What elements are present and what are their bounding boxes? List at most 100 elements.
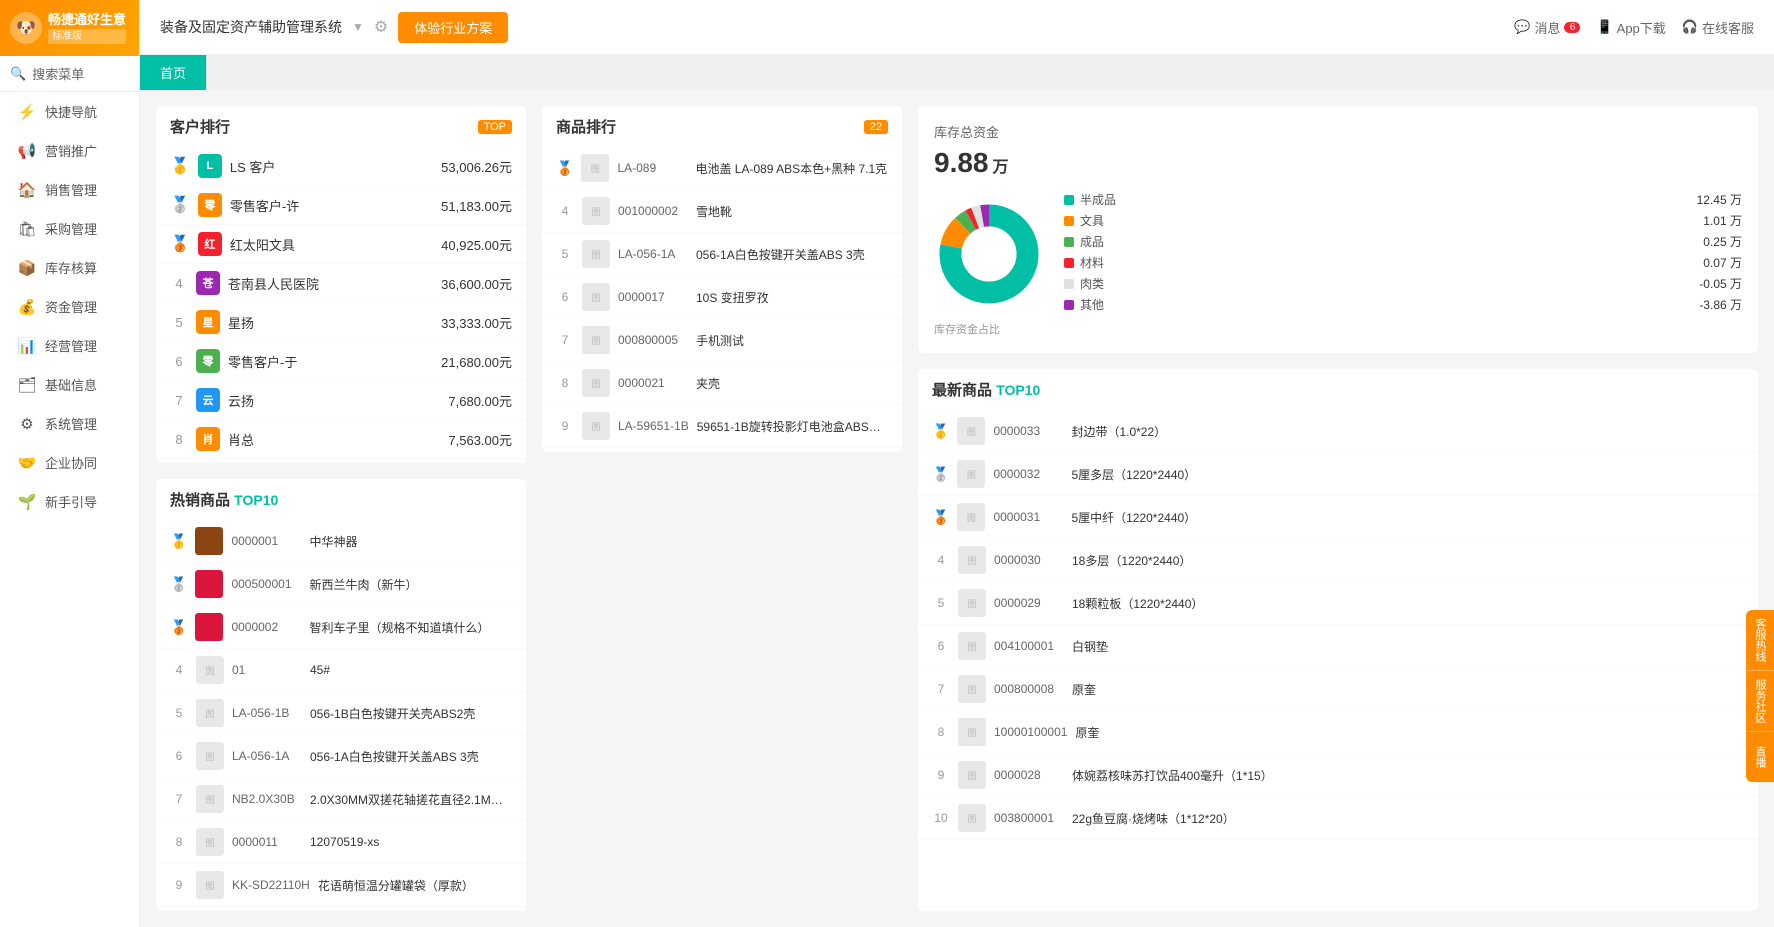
product-rank-list: 🥉 图 LA-089 电池盖 LA-089 ABS本色+黑种 7.1克 4 图 … [542,143,902,452]
customer-ranking-title: 客户排行 [170,116,230,137]
legend-dot [1064,279,1074,289]
gear-icon[interactable]: ⚙ [374,17,388,37]
marketing-icon: 📢 [17,142,37,160]
product-code: 000500001 [231,577,301,591]
sidebar-item-label: 快捷导航 [45,102,97,121]
search-menu[interactable]: 🔍 搜索菜单 [0,56,139,92]
customer-rank-item: 5 星 星扬 33,333.00元 [156,303,526,342]
right-panel: 库存总资金 9.88 万 [918,106,1758,911]
logo-text: 畅捷通好生意 标准版 [48,12,126,44]
legend-item: 成品 0.25 万 [1064,233,1742,250]
app-sub-title: 标准版 [48,29,126,44]
customer-rank-list: 🥇 L LS 客户 53,006.26元 🥈 零 零售客户-许 51,183.0… [156,143,526,463]
product-name: 056-1B白色按键开关壳ABS2壳 [310,705,512,722]
rank-number: 9 [556,419,574,433]
medal-gold-icon: 🥇 [170,156,190,176]
legend-item: 其他 -3.86 万 [1064,296,1742,313]
experience-btn[interactable]: 体验行业方案 [398,12,508,43]
sidebar-item-label: 资金管理 [45,297,97,316]
message-item[interactable]: 💬 消息 6 [1514,18,1580,37]
header: 装备及固定资产辅助管理系统 ▼ ⚙ 体验行业方案 💬 消息 6 📱 App下载 … [140,0,1774,55]
customer-amount: 7,563.00元 [448,430,512,449]
sidebar-item-sys-mgmt[interactable]: ⚙ 系统管理 [0,404,139,443]
rank-number: 8 [170,835,188,849]
product-code: 0000029 [994,596,1064,610]
product-code: 0000033 [993,424,1063,438]
product-code: NB2.0X30B [232,792,302,806]
message-badge: 6 [1564,22,1580,33]
sales-icon: 🏠 [17,181,37,199]
product-name: 056-1A白色按键开关盖ABS 3壳 [696,246,888,263]
sidebar-item-corp-collab[interactable]: 🤝 企业协同 [0,443,139,482]
hot-product-item: 8 图 0000011 12070519-xs [156,821,526,864]
legend-item: 肉类 -0.05 万 [1064,275,1742,292]
customer-avatar: 红 [198,232,222,256]
sidebar-item-base-info[interactable]: 🗂 基础信息 [0,365,139,404]
tab-bar: 首页 [140,55,1774,90]
customer-service-hotline[interactable]: 客服热线 [1746,610,1774,671]
product-code: LA-056-1A [618,247,688,261]
app-download-item[interactable]: 📱 App下载 [1596,18,1665,37]
product-thumbnail: 图 [582,283,610,311]
product-name: 电池盖 LA-089 ABS本色+黑种 7.1克 [695,160,888,177]
product-name: 22g鱼豆腐·烧烤味（1*12*20） [1072,810,1744,827]
sidebar-item-quick-nav[interactable]: ⚡ 快捷导航 [0,92,139,131]
legend-value: -0.05 万 [1699,275,1742,292]
product-name: 18颗粒板（1220*2440） [1072,595,1744,612]
direct-broadcast[interactable]: 直播 [1746,732,1774,782]
rank-number: 6 [170,354,188,369]
base-info-icon: 🗂 [17,376,37,394]
customer-ranking-header: 客户排行 TOP [156,106,526,143]
sidebar-item-inventory[interactable]: 📦 库存核算 [0,248,139,287]
customer-rank-item: 6 零 零售客户-于 21,680.00元 [156,342,526,381]
new-product-item: 9 图 0000028 体婉荔核味苏打饮品400毫升（1*15） [918,754,1758,797]
sidebar-item-sales[interactable]: 🏠 销售管理 [0,170,139,209]
customer-amount: 40,925.00元 [441,235,512,254]
customer-rank-item: 🥉 红 红太阳文具 40,925.00元 [156,225,526,264]
medal-gold-icon: 🥇 [932,423,949,440]
hot-product-item: 5 图 LA-056-1B 056-1B白色按键开关壳ABS2壳 [156,692,526,735]
new-products-title: 最新商品 [932,382,992,399]
customer-name: 红太阳文具 [230,235,433,254]
medal-silver-icon: 🥈 [170,195,190,215]
customer-ranking-panel: 客户排行 TOP 🥇 L LS 客户 53,006.26元 🥈 零 零售客户-许… [156,106,526,463]
product-thumbnail: 图 [582,197,610,225]
product-thumbnail: 图 [958,804,986,832]
sidebar-item-finance[interactable]: 💰 资金管理 [0,287,139,326]
service-community[interactable]: 服务社区 [1746,671,1774,732]
corp-collab-icon: 🤝 [17,454,37,472]
product-code: 0000032 [993,467,1063,481]
legend-label: 材料 [1080,254,1697,271]
product-name: 10S 变扭罗孜 [696,289,888,306]
tab-home[interactable]: 首页 [140,55,207,90]
medal-bronze-icon: 🥉 [932,509,949,526]
product-name: 手机测试 [696,332,888,349]
customer-avatar: 星 [196,310,220,334]
sidebar-item-new-guide[interactable]: 🌱 新手引导 [0,482,139,521]
sidebar-item-marketing[interactable]: 📢 营销推广 [0,131,139,170]
legend-dot [1064,195,1074,205]
product-code: 000800008 [994,682,1064,696]
dropdown-icon[interactable]: ▼ [352,20,364,34]
product-thumbnail: 图 [582,326,610,354]
product-name: 45# [310,663,512,677]
sidebar-item-purchase[interactable]: 🛍 采购管理 [0,209,139,248]
product-thumbnail: 图 [581,154,609,182]
product-rank-item: 8 图 0000021 夹壳 [542,362,902,405]
product-thumbnail: 图 [958,632,986,660]
header-right: 💬 消息 6 📱 App下载 🎧 在线客服 [1514,18,1754,37]
sidebar-item-label: 营销推广 [45,141,97,160]
sys-mgmt-icon: ⚙ [17,415,37,433]
product-thumbnail: 图 [958,718,986,746]
rank-number: 5 [932,596,950,610]
hot-products-list: 🥇 0000001 中华神器 🥈 000500001 新西兰牛肉（新牛） 🥉 0… [156,516,526,911]
middle-panel: 商品排行 22 🥉 图 LA-089 电池盖 LA-089 ABS本色+黑种 7… [542,106,902,911]
customer-avatar: L [198,154,222,178]
inventory-amount: 9.88 万 [934,147,1742,179]
medal-silver-icon: 🥈 [932,466,949,483]
customer-name: 肖总 [228,430,440,449]
product-code: 0000030 [994,553,1064,567]
online-service-item[interactable]: 🎧 在线客服 [1682,18,1754,37]
sidebar-item-operation[interactable]: 📊 经营管理 [0,326,139,365]
app-download-label: App下载 [1617,18,1666,37]
